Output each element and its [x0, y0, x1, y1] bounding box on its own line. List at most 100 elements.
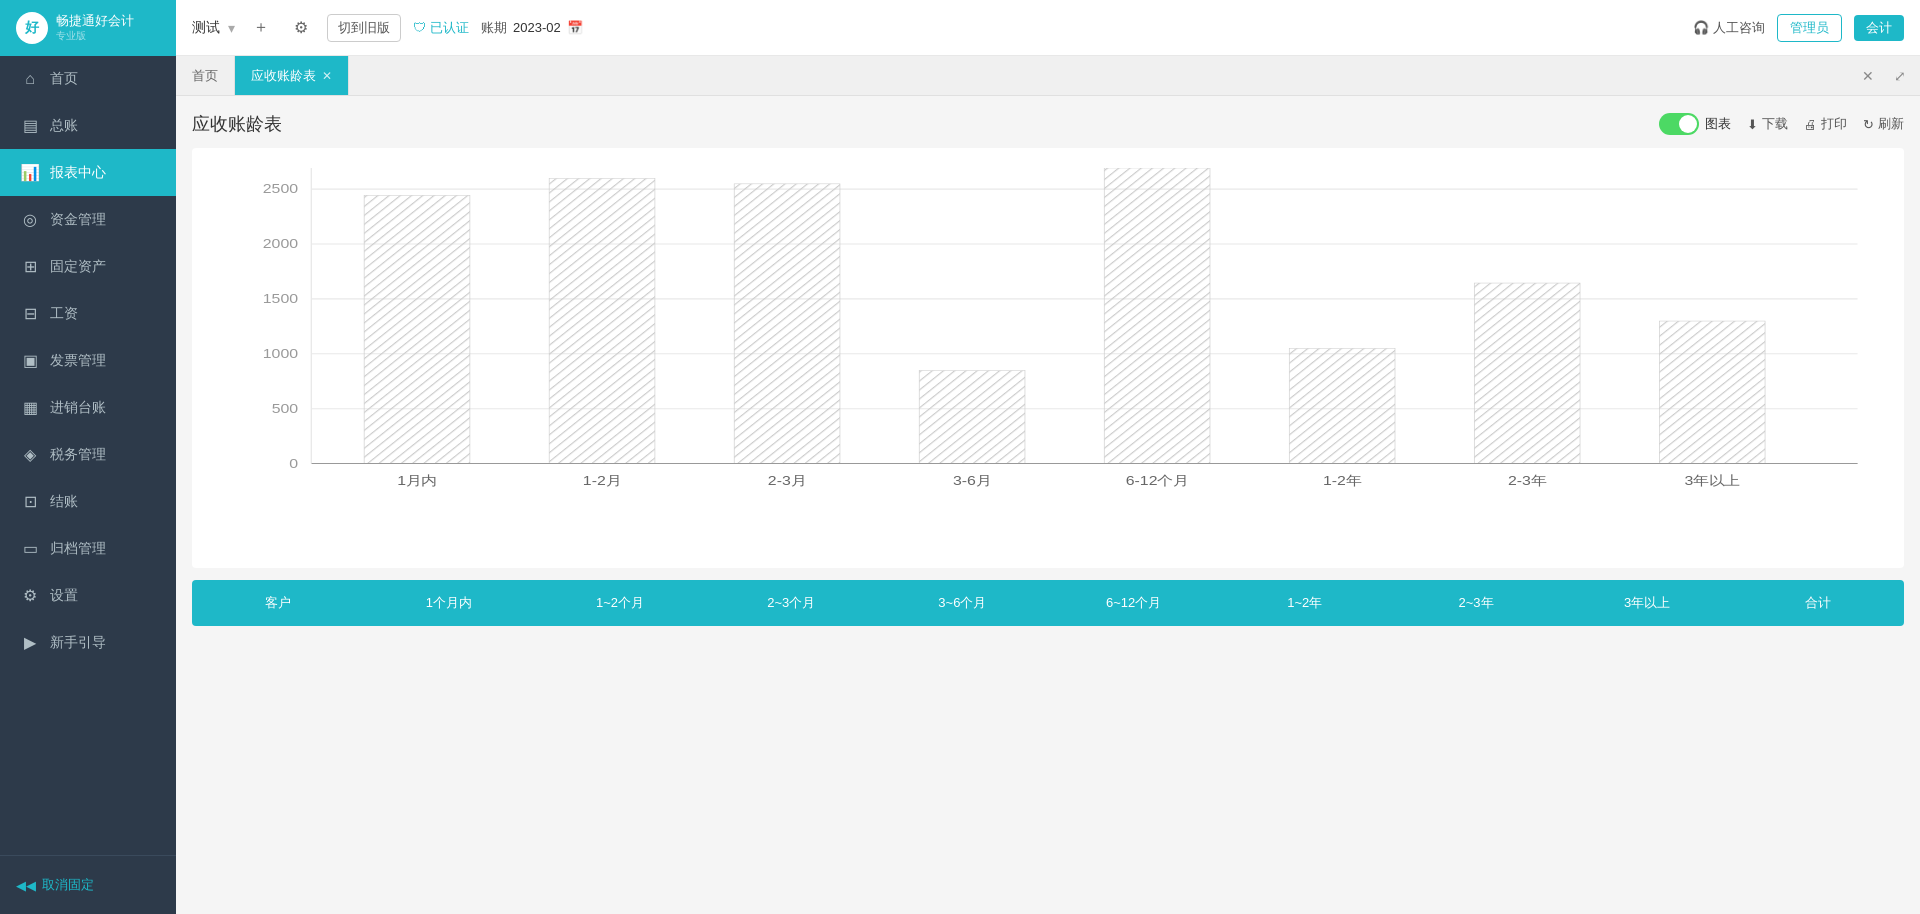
- svg-text:2-3月: 2-3月: [768, 473, 806, 487]
- svg-text:1-2月: 1-2月: [583, 473, 621, 487]
- tab-home[interactable]: 首页: [176, 56, 235, 95]
- sidebar-item-invoice[interactable]: ▣ 发票管理: [0, 337, 176, 384]
- period-info: 账期 2023-02 📅: [481, 19, 583, 37]
- tax-icon: ◈: [20, 445, 40, 464]
- svg-text:3年以上: 3年以上: [1685, 473, 1740, 487]
- old-version-button[interactable]: 切到旧版: [327, 14, 401, 42]
- table-header: 客户 1个月内 1~2个月 2~3个月 3~6个月 6~12个月 1~2年 2~…: [192, 580, 1904, 626]
- sidebar-item-closing[interactable]: ⊡ 结账: [0, 478, 176, 525]
- sidebar-item-label: 资金管理: [50, 211, 106, 229]
- refresh-icon: ↻: [1863, 117, 1874, 132]
- tab-close-icon[interactable]: ✕: [322, 69, 332, 83]
- chart-toggle-label: 图表: [1705, 115, 1731, 133]
- sidebar-item-label: 首页: [50, 70, 78, 88]
- add-button[interactable]: ＋: [247, 14, 275, 42]
- sidebar-item-guide[interactable]: ▶ 新手引导: [0, 619, 176, 666]
- sidebar-item-salary[interactable]: ⊟ 工资: [0, 290, 176, 337]
- plus-icon: ＋: [253, 17, 269, 38]
- col-client: 客户: [192, 580, 363, 626]
- col-total: 合计: [1733, 580, 1904, 626]
- sidebar-item-label: 结账: [50, 493, 78, 511]
- consult-button[interactable]: 🎧 人工咨询: [1693, 19, 1765, 37]
- sidebar-item-reports[interactable]: 📊 报表中心: [0, 149, 176, 196]
- workspace-dropdown-icon: ▾: [228, 20, 235, 36]
- close-tab-button[interactable]: ✕: [1856, 64, 1880, 88]
- tabs-right-actions: ✕ ⤢: [1856, 64, 1920, 88]
- certified-badge: 🛡 已认证: [413, 19, 469, 37]
- tabs-bar: 首页 应收账龄表 ✕ ✕ ⤢: [176, 56, 1920, 96]
- topbar-right: 🎧 人工咨询 管理员 会计: [1693, 14, 1904, 42]
- col-1-2y: 1~2年: [1219, 580, 1390, 626]
- shield-icon: 🛡: [413, 20, 426, 35]
- col-3-6m: 3~6个月: [877, 580, 1048, 626]
- svg-rect-21: [1104, 168, 1210, 464]
- sidebar-item-archive[interactable]: ▭ 归档管理: [0, 525, 176, 572]
- sidebar-item-ledger[interactable]: ▤ 总账: [0, 102, 176, 149]
- refresh-button[interactable]: ↻ 刷新: [1863, 115, 1904, 133]
- sidebar-item-sales[interactable]: ▦ 进销台账: [0, 384, 176, 431]
- sidebar-bottom: ◀◀ 取消固定: [0, 855, 176, 914]
- sidebar: 好 畅捷通好会计 专业版 ⌂ 首页 ▤ 总账 📊 报表中心 ◎ 资金管理 ⊞ 固…: [0, 0, 176, 914]
- closing-icon: ⊡: [20, 492, 40, 511]
- sidebar-item-label: 归档管理: [50, 540, 106, 558]
- col-2-3y: 2~3年: [1390, 580, 1561, 626]
- svg-rect-27: [1659, 321, 1765, 464]
- main-area: 测试 ▾ ＋ ⚙ 切到旧版 🛡 已认证 账期 2023-02 📅 🎧 人工咨询: [176, 0, 1920, 914]
- sidebar-item-label: 总账: [50, 117, 78, 135]
- svg-text:3-6月: 3-6月: [953, 473, 991, 487]
- bar-chart: 0 500 1000 1500 2000 2500 1月内 1-2月: [232, 168, 1884, 548]
- cancel-fixed-button[interactable]: ◀◀ 取消固定: [0, 866, 176, 904]
- page-title: 应收账龄表: [192, 112, 282, 136]
- logo-icon: 好: [16, 12, 48, 44]
- tab-ar-aging[interactable]: 应收账龄表 ✕: [235, 56, 349, 95]
- invoice-icon: ▣: [20, 351, 40, 370]
- svg-rect-23: [1289, 349, 1395, 464]
- sidebar-item-funds[interactable]: ◎ 资金管理: [0, 196, 176, 243]
- chart-container: 0 500 1000 1500 2000 2500 1月内 1-2月: [192, 148, 1904, 568]
- admin-button[interactable]: 管理员: [1777, 14, 1842, 42]
- download-icon: ⬇: [1747, 117, 1758, 132]
- svg-text:500: 500: [272, 401, 298, 415]
- col-2-3m: 2~3个月: [706, 580, 877, 626]
- sidebar-item-home[interactable]: ⌂ 首页: [0, 56, 176, 102]
- sidebar-item-label: 报表中心: [50, 164, 106, 182]
- sidebar-item-label: 税务管理: [50, 446, 106, 464]
- home-icon: ⌂: [20, 70, 40, 88]
- workspace-name: 测试: [192, 19, 220, 37]
- print-button[interactable]: 🖨 打印: [1804, 115, 1847, 133]
- assets-icon: ⊞: [20, 257, 40, 276]
- download-button[interactable]: ⬇ 下载: [1747, 115, 1788, 133]
- col-1-2m: 1~2个月: [534, 580, 705, 626]
- headset-icon: 🎧: [1693, 20, 1709, 35]
- sidebar-item-tax[interactable]: ◈ 税务管理: [0, 431, 176, 478]
- pin-icon: ◀◀: [16, 878, 36, 893]
- svg-text:2000: 2000: [263, 237, 298, 251]
- table-container: 客户 1个月内 1~2个月 2~3个月 3~6个月 6~12个月 1~2年 2~…: [192, 580, 1904, 626]
- content-area: 应收账龄表 图表 ⬇ 下载 🖨 打印 ↻ 刷新: [176, 96, 1920, 914]
- col-1m: 1个月内: [363, 580, 534, 626]
- accountant-button[interactable]: 会计: [1854, 15, 1904, 41]
- sidebar-item-label: 工资: [50, 305, 78, 323]
- archive-icon: ▭: [20, 539, 40, 558]
- sidebar-item-settings[interactable]: ⚙ 设置: [0, 572, 176, 619]
- expand-tab-button[interactable]: ⤢: [1888, 64, 1912, 88]
- settings-icon: ⚙: [20, 586, 40, 605]
- chart-toggle-wrap: 图表: [1659, 113, 1731, 135]
- svg-rect-19: [919, 371, 1025, 464]
- page-header: 应收账龄表 图表 ⬇ 下载 🖨 打印 ↻ 刷新: [192, 112, 1904, 136]
- workspace-selector[interactable]: 测试 ▾: [192, 19, 235, 37]
- svg-text:2500: 2500: [263, 182, 298, 196]
- chart-toggle[interactable]: [1659, 113, 1699, 135]
- sidebar-logo: 好 畅捷通好会计 专业版: [0, 0, 176, 56]
- svg-text:1500: 1500: [263, 292, 298, 306]
- settings-button[interactable]: ⚙: [287, 14, 315, 42]
- sidebar-item-label: 进销台账: [50, 399, 106, 417]
- funds-icon: ◎: [20, 210, 40, 229]
- col-3y-plus: 3年以上: [1562, 580, 1733, 626]
- calendar-icon[interactable]: 📅: [567, 20, 583, 35]
- topbar: 测试 ▾ ＋ ⚙ 切到旧版 🛡 已认证 账期 2023-02 📅 🎧 人工咨询: [176, 0, 1920, 56]
- svg-rect-17: [734, 184, 840, 464]
- logo-text: 畅捷通好会计: [56, 13, 134, 30]
- sidebar-item-assets[interactable]: ⊞ 固定资产: [0, 243, 176, 290]
- ledger-icon: ▤: [20, 116, 40, 135]
